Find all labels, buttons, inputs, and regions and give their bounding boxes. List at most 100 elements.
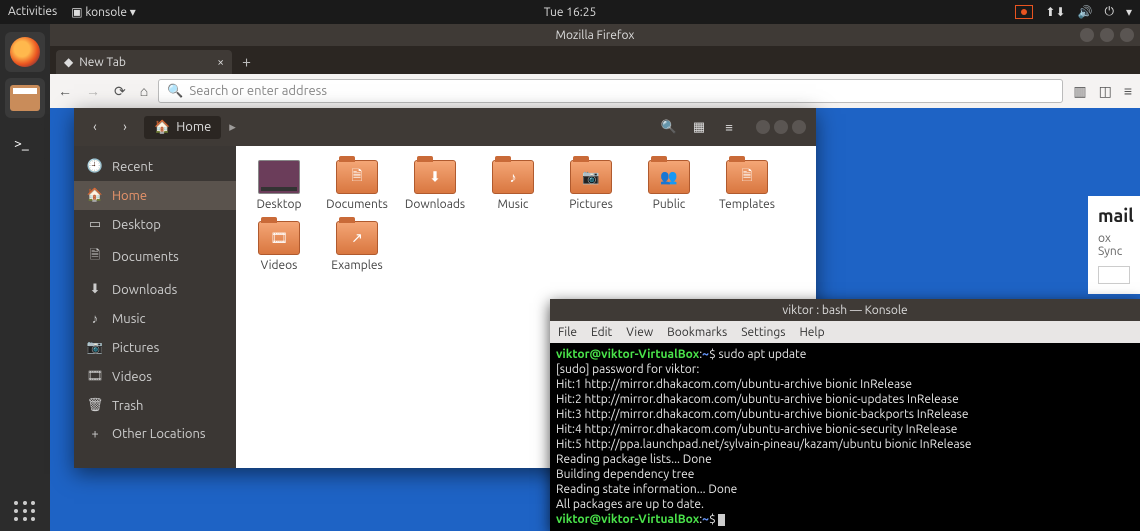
- back-button[interactable]: ←: [58, 83, 72, 99]
- dock: >_: [0, 24, 50, 531]
- close-button[interactable]: [1120, 28, 1134, 42]
- folder-downloads[interactable]: ⬇Downloads: [396, 160, 474, 211]
- folder-icon: ⬇: [414, 160, 456, 194]
- folder-icon: 🎞: [258, 221, 300, 255]
- firefox-toolbar: ← → ⟳ ⌂ 🔍 Search or enter address ▥ ◫ ≡: [50, 74, 1140, 108]
- plus-icon: +: [88, 427, 102, 441]
- folder-icon: [258, 160, 300, 194]
- activities-button[interactable]: Activities: [8, 5, 57, 19]
- network-icon[interactable]: ⬆⬇: [1045, 5, 1065, 19]
- videos-icon: 🎞: [88, 369, 102, 384]
- files-sidebar: 🕘Recent 🏠Home ▭Desktop 🗎Documents ⬇Downl…: [74, 146, 236, 468]
- konsole-menubar: File Edit View Bookmarks Settings Help: [550, 321, 1140, 343]
- folder-icon: 📷: [570, 160, 612, 194]
- show-applications-icon[interactable]: [14, 501, 36, 521]
- search-icon: 🔍: [167, 84, 183, 99]
- menu-file[interactable]: File: [558, 326, 577, 339]
- tab-favicon-icon: ◆: [64, 55, 73, 69]
- sidebar-item-videos[interactable]: 🎞Videos: [74, 362, 236, 391]
- files-maximize-button[interactable]: [774, 120, 788, 134]
- clock-icon: 🕘: [88, 159, 102, 174]
- files-minimize-button[interactable]: [756, 120, 770, 134]
- reload-button[interactable]: ⟳: [114, 83, 126, 100]
- menu-view[interactable]: View: [626, 326, 653, 339]
- files-headerbar: ‹ › 🏠 Home ▸ 🔍 ▦ ≡: [74, 108, 816, 146]
- trash-icon: 🗑: [88, 398, 102, 413]
- dock-app-firefox[interactable]: [5, 32, 45, 72]
- document-icon: 🗎: [88, 246, 102, 268]
- new-tab-button[interactable]: +: [232, 50, 261, 74]
- pictures-icon: 📷: [88, 340, 102, 355]
- folder-public[interactable]: 👥Public: [630, 160, 708, 211]
- menu-icon[interactable]: ≡: [1124, 83, 1132, 99]
- menu-bookmarks[interactable]: Bookmarks: [667, 326, 727, 339]
- menu-settings[interactable]: Settings: [741, 326, 785, 339]
- folder-music[interactable]: ♪Music: [474, 160, 552, 211]
- screen-recorder-icon[interactable]: [1015, 5, 1033, 19]
- dock-app-files[interactable]: [5, 78, 45, 118]
- system-menu-chevron-icon[interactable]: ▾: [1126, 5, 1132, 19]
- dock-app-terminal[interactable]: >_: [5, 124, 45, 164]
- files-forward-button[interactable]: ›: [114, 120, 136, 134]
- folder-icon: 🗎: [336, 160, 378, 194]
- folder-icon: 🗎: [726, 160, 768, 194]
- terminal-output[interactable]: viktor@viktor-VirtualBox:~$ sudo apt upd…: [550, 343, 1140, 531]
- terminal-icon: >_: [10, 131, 40, 157]
- library-icon[interactable]: ▥: [1073, 83, 1086, 100]
- folder-documents[interactable]: 🗎Documents: [318, 160, 396, 211]
- firefox-tabstrip: ◆ New Tab × +: [50, 46, 1140, 74]
- firefox-home-card: mail ox Sync: [1088, 196, 1140, 294]
- folder-icon: ♪: [492, 160, 534, 194]
- forward-button[interactable]: →: [86, 83, 100, 99]
- folder-pictures[interactable]: 📷Pictures: [552, 160, 630, 211]
- pathbar-chevron-icon[interactable]: ▸: [229, 120, 236, 135]
- files-search-icon[interactable]: 🔍: [658, 120, 680, 135]
- menu-edit[interactable]: Edit: [591, 326, 612, 339]
- files-close-button[interactable]: [792, 120, 806, 134]
- sidebar-item-recent[interactable]: 🕘Recent: [74, 152, 236, 181]
- appmenu-button[interactable]: ▣ konsole ▾: [71, 5, 136, 19]
- folder-examples[interactable]: ↗Examples: [318, 221, 396, 272]
- sidebar-item-home[interactable]: 🏠Home: [74, 181, 236, 210]
- files-icon: [10, 85, 40, 111]
- sidebar-item-pictures[interactable]: 📷Pictures: [74, 333, 236, 362]
- sidebar-item-documents[interactable]: 🗎Documents: [74, 239, 236, 275]
- view-menu-icon[interactable]: ≡: [718, 120, 740, 135]
- folder-icon: 👥: [648, 160, 690, 194]
- firefox-title: Mozilla Firefox: [556, 29, 635, 42]
- download-icon: ⬇: [88, 282, 102, 297]
- menu-help[interactable]: Help: [799, 326, 824, 339]
- folder-desktop[interactable]: Desktop: [240, 160, 318, 211]
- gnome-topbar: Activities ▣ konsole ▾ Tue 16:25 ⬆⬇ 🔊 ⏻ …: [0, 0, 1140, 24]
- power-icon[interactable]: ⏻: [1104, 5, 1114, 19]
- pathbar-home[interactable]: 🏠 Home: [144, 116, 221, 139]
- files-back-button[interactable]: ‹: [84, 120, 106, 134]
- folder-templates[interactable]: 🗎Templates: [708, 160, 786, 211]
- tab-close-icon[interactable]: ×: [217, 56, 224, 69]
- sidebar-item-downloads[interactable]: ⬇Downloads: [74, 275, 236, 304]
- browser-tab[interactable]: ◆ New Tab ×: [56, 50, 232, 74]
- home-button[interactable]: ⌂: [140, 83, 148, 99]
- clock[interactable]: Tue 16:25: [544, 6, 597, 19]
- sidebar-item-desktop[interactable]: ▭Desktop: [74, 210, 236, 239]
- konsole-window: viktor : bash — Konsole File Edit View B…: [550, 299, 1140, 531]
- url-placeholder: Search or enter address: [189, 84, 327, 98]
- volume-icon[interactable]: 🔊: [1078, 5, 1093, 19]
- firefox-icon: [10, 37, 40, 67]
- maximize-button[interactable]: [1100, 28, 1114, 42]
- terminal-cursor: [718, 514, 725, 526]
- firefox-titlebar: Mozilla Firefox: [50, 24, 1140, 46]
- music-icon: ♪: [88, 311, 102, 326]
- minimize-button[interactable]: [1080, 28, 1094, 42]
- sidebar-icon[interactable]: ◫: [1099, 83, 1112, 100]
- view-grid-icon[interactable]: ▦: [688, 120, 710, 135]
- folder-videos[interactable]: 🎞Videos: [240, 221, 318, 272]
- sidebar-item-trash[interactable]: 🗑Trash: [74, 391, 236, 420]
- sidebar-item-music[interactable]: ♪Music: [74, 304, 236, 333]
- desktop-icon: ▭: [88, 217, 102, 232]
- konsole-titlebar[interactable]: viktor : bash — Konsole: [550, 299, 1140, 321]
- sidebar-item-other-locations[interactable]: +Other Locations: [74, 420, 236, 448]
- url-bar[interactable]: 🔍 Search or enter address: [158, 79, 1063, 103]
- tab-label: New Tab: [79, 56, 126, 69]
- home-icon: 🏠: [88, 188, 102, 203]
